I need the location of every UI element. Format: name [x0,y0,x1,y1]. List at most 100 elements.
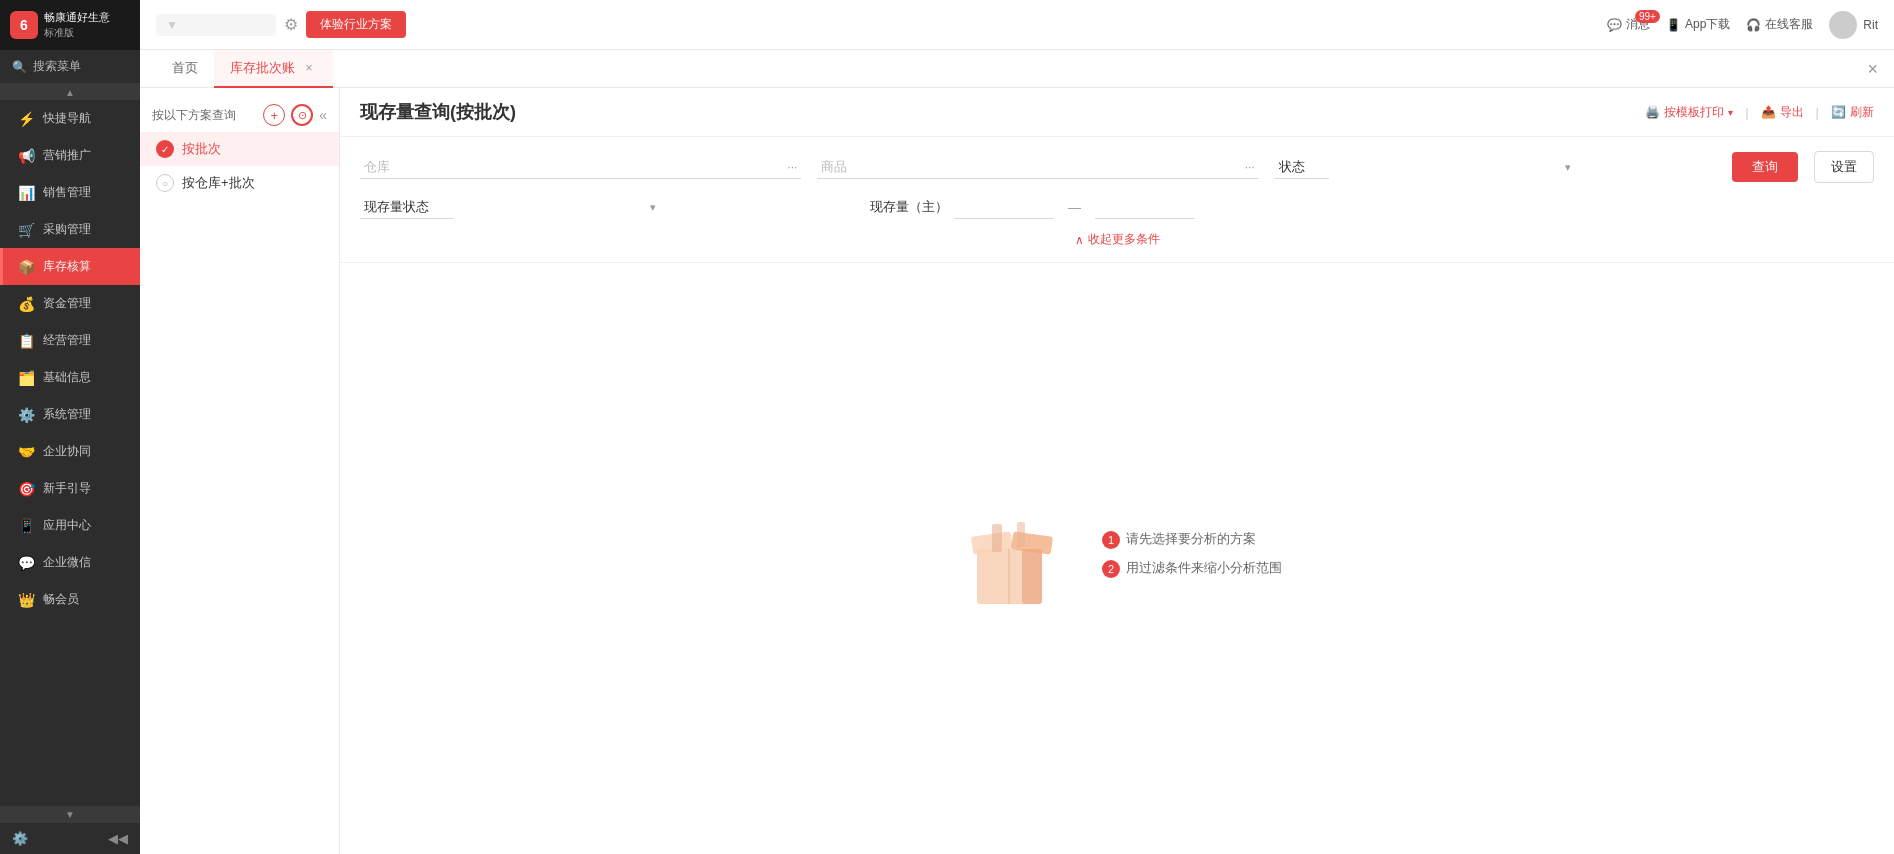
sidebar-item-label: 销售管理 [43,184,91,201]
status-select[interactable]: 状态 [1275,155,1329,179]
product-more-btn[interactable]: ··· [1245,160,1255,174]
sidebar-item-label: 新手引导 [43,480,91,497]
sidebar-item-label: 企业协同 [43,443,91,460]
sidebar-item-shortcuts[interactable]: ⚡ 快捷导航 [0,100,140,137]
print-dropdown-icon: ▾ [1728,107,1733,118]
scheme-settings-btn[interactable]: ⊙ [291,104,313,126]
app-info: 畅康通好生意 标准版 [44,10,110,40]
sidebar-item-basics[interactable]: 🗂️ 基础信息 [0,359,140,396]
print-icon: 🖨️ [1645,105,1660,119]
empty-icon-area [952,499,1072,619]
hint-2-num: 2 [1102,560,1120,578]
sales-icon: 📊 [17,185,35,201]
sidebar-item-marketing[interactable]: 📢 营销推广 [0,137,140,174]
app-logo: 6 [10,11,38,39]
panel-header-actions: + ⊙ « [263,104,327,126]
settings-button[interactable]: 设置 [1814,151,1874,183]
scheme-batch-label: 按批次 [182,140,221,158]
right-panel: 现存量查询(按批次) 🖨️ 按模板打印 ▾ | 📤 导出 | 🔄 [340,88,1894,854]
sidebar-item-label: 企业微信 [43,554,91,571]
filter-row-2: 现存量状态 ▾ 现存量（主） — [360,195,1874,219]
scheme-inactive-icon: ○ [156,174,174,192]
inventory-qty-min[interactable] [954,195,1054,219]
export-btn[interactable]: 📤 导出 [1761,104,1804,121]
sidebar-search-label: 搜索菜单 [33,58,81,75]
sidebar-item-label: 资金管理 [43,295,91,312]
collapse-label: 收起更多条件 [1088,231,1160,248]
inventory-status-select[interactable]: 现存量状态 [360,195,453,219]
topbar-settings-icon[interactable]: ⚙ [284,15,298,34]
filter-row-1: ··· ··· 状态 ▾ [360,151,1874,183]
sidebar-settings-icon[interactable]: ⚙️ [12,831,28,846]
sidebar-item-label: 应用中心 [43,517,91,534]
tab-home[interactable]: 首页 [156,50,214,88]
print-btn[interactable]: 🖨️ 按模板打印 ▾ [1645,104,1733,121]
filter-inventory-status: 现存量状态 ▾ [360,195,854,219]
system-icon: ⚙️ [17,407,35,423]
user-area[interactable]: Rit [1829,11,1878,39]
sidebar-item-label: 快捷导航 [43,110,91,127]
product-input[interactable] [817,155,1258,179]
print-label: 按模板打印 [1664,104,1724,121]
inventory-status-dropdown-icon: ▾ [650,201,656,214]
refresh-btn[interactable]: 🔄 刷新 [1831,104,1874,121]
sidebar-item-member[interactable]: 👑 畅会员 [0,581,140,618]
empty-hint-2: 2 用过滤条件来缩小分析范围 [1102,559,1282,578]
action-sep2: | [1816,105,1819,120]
sidebar-item-operations[interactable]: 📋 经营管理 [0,322,140,359]
empty-state: 1 请先选择要分析的方案 2 用过滤条件来缩小分析范围 [340,263,1894,854]
inventory-qty-max[interactable] [1095,195,1195,219]
hint-2-text: 用过滤条件来缩小分析范围 [1126,559,1282,577]
empty-hint-1: 1 请先选择要分析的方案 [1102,530,1282,549]
marketing-icon: 📢 [17,148,35,164]
topbar-left: ▼ ⚙ 体验行业方案 [156,11,1597,38]
page-content: 按以下方案查询 + ⊙ « ✓ 按批次 ○ 按仓库+批次 [140,88,1894,854]
topbar-search-area[interactable]: ▼ [156,14,276,36]
panel-collapse-btn[interactable]: « [319,107,327,123]
sidebar-search[interactable]: 🔍 搜索菜单 [0,50,140,84]
topbar: ▼ ⚙ 体验行业方案 💬 消息 99+ 📱 App下载 🎧 在线客服 Rit [140,0,1894,50]
sidebar: 6 畅康通好生意 标准版 🔍 搜索菜单 ▲ ⚡ 快捷导航 📢 营销推广 📊 销售… [0,0,140,854]
app-download-btn[interactable]: 📱 App下载 [1666,16,1730,33]
tab-inventory-batch[interactable]: 库存批次账 × [214,50,333,88]
purchase-icon: 🛒 [17,222,35,238]
refresh-label: 刷新 [1850,104,1874,121]
scheme-item-warehouse-batch[interactable]: ○ 按仓库+批次 [140,166,339,200]
left-panel: 按以下方案查询 + ⊙ « ✓ 按批次 ○ 按仓库+批次 [140,88,340,854]
apps-icon: 📱 [17,518,35,534]
collapse-filters-btn[interactable]: ∧ 收起更多条件 [1075,231,1160,248]
warehouse-input[interactable] [360,155,801,179]
online-service-btn[interactable]: 🎧 在线客服 [1746,16,1813,33]
page-title: 现存量查询(按批次) [360,100,516,124]
user-avatar [1829,11,1857,39]
sidebar-item-system[interactable]: ⚙️ 系统管理 [0,396,140,433]
sidebar-item-newcomer[interactable]: 🎯 新手引导 [0,470,140,507]
query-button[interactable]: 查询 [1732,152,1798,182]
messages-btn[interactable]: 💬 消息 99+ [1607,16,1650,33]
empty-illustration [962,504,1062,614]
user-name: Rit [1863,18,1878,32]
app-download-label: App下载 [1685,16,1730,33]
sidebar-scroll-up[interactable]: ▲ [0,84,140,100]
add-scheme-btn[interactable]: + [263,104,285,126]
sidebar-item-wechat[interactable]: 💬 企业微信 [0,544,140,581]
experience-industry-btn[interactable]: 体验行业方案 [306,11,406,38]
warehouse-more-btn[interactable]: ··· [787,160,797,174]
filter-inventory-qty: 现存量（主） — [870,195,1364,219]
scheme-item-batch[interactable]: ✓ 按批次 [140,132,339,166]
tabs-bar: 首页 库存批次账 × × [140,50,1894,88]
sidebar-item-finance[interactable]: 💰 资金管理 [0,285,140,322]
sidebar-item-inventory[interactable]: 📦 库存核算 [0,248,140,285]
sidebar-scroll-down[interactable]: ▼ [0,806,140,822]
filter-status: 状态 ▾ [1275,155,1716,179]
search-icon: 🔍 [12,60,27,74]
sidebar-item-enterprise[interactable]: 🤝 企业协同 [0,433,140,470]
sidebar-item-sales[interactable]: 📊 销售管理 [0,174,140,211]
tab-close-icon[interactable]: × [301,60,317,76]
sidebar-collapse-icon[interactable]: ◀◀ [108,831,128,846]
tabs-close-all-icon[interactable]: × [1867,58,1878,79]
sidebar-item-apps[interactable]: 📱 应用中心 [0,507,140,544]
inventory-icon: 📦 [17,259,35,275]
sidebar-item-purchase[interactable]: 🛒 采购管理 [0,211,140,248]
tab-inventory-batch-label: 库存批次账 [230,59,295,77]
